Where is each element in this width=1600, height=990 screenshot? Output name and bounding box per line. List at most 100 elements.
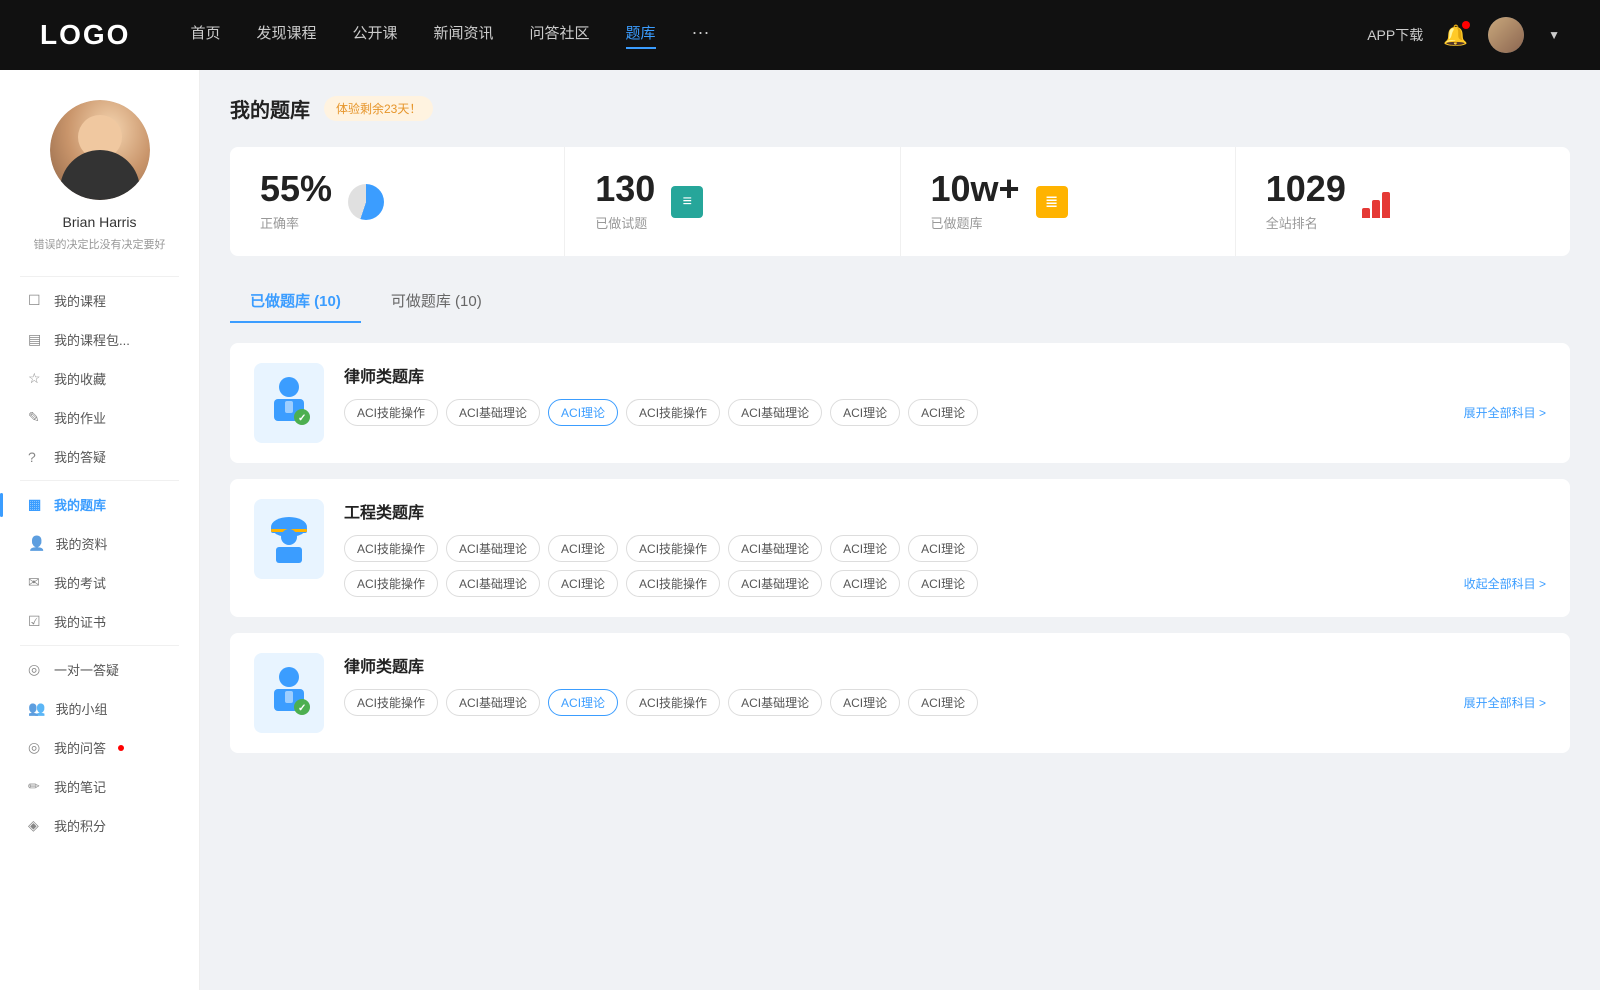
tag-2-6[interactable]: ACI理论 [908,689,978,716]
avatar[interactable] [1488,17,1524,53]
group-icon: 👥 [28,700,45,717]
tag-2-4[interactable]: ACI基础理论 [728,689,822,716]
tag-0-0[interactable]: ACI技能操作 [344,399,438,426]
stat-text-rank: 1029 全站排名 [1266,171,1346,232]
tag-1-5[interactable]: ACI理论 [830,535,900,562]
page-title: 我的题库 [230,94,310,123]
tag-1-8[interactable]: ACI基础理论 [446,570,540,597]
bar2 [1372,200,1380,218]
nav-news[interactable]: 新闻资讯 [434,22,494,49]
logo: LOGO [40,19,130,51]
bank-name-engineer: 工程类题库 [344,499,1546,523]
profile-icon: 👤 [28,535,45,552]
avatar-chevron-icon[interactable]: ▼ [1548,28,1560,42]
tag-1-9[interactable]: ACI理论 [548,570,618,597]
favorites-icon: ☆ [28,370,44,387]
accuracy-pie-chart [348,184,384,220]
sidebar-item-label: 我的收藏 [54,369,106,388]
tag-2-0[interactable]: ACI技能操作 [344,689,438,716]
expand-btn-lawyer-2[interactable]: 展开全部科目 > [1464,690,1546,715]
tag-0-5[interactable]: ACI理论 [830,399,900,426]
sidebar-divider-2 [20,480,179,481]
questions-icon: ? [28,449,44,465]
sidebar-item-exam[interactable]: ✉ 我的考试 [0,563,199,602]
sidebar-item-favorites[interactable]: ☆ 我的收藏 [0,359,199,398]
tag-1-2[interactable]: ACI理论 [548,535,618,562]
tag-1-11[interactable]: ACI基础理论 [728,570,822,597]
tag-1-4[interactable]: ACI基础理论 [728,535,822,562]
sidebar-item-label: 我的积分 [54,816,106,835]
nav-app-download[interactable]: APP下载 [1367,25,1423,45]
tag-0-3[interactable]: ACI技能操作 [626,399,720,426]
course-package-icon: ▤ [28,331,44,348]
sidebar-divider-3 [20,645,179,646]
nav-opencourse[interactable]: 公开课 [352,22,397,49]
one-on-one-icon: ◎ [28,661,44,678]
bank-icon-lawyer-2: ✓ [254,653,324,733]
sidebar-item-question-bank[interactable]: ▦ 我的题库 [0,485,199,524]
sidebar-item-points[interactable]: ◈ 我的积分 [0,806,199,845]
sidebar-item-certificate[interactable]: ☑ 我的证书 [0,602,199,641]
tags-section-engineer: ACI技能操作 ACI基础理论 ACI理论 ACI技能操作 ACI基础理论 AC… [344,535,1546,597]
tag-2-2[interactable]: ACI理论 [548,689,618,716]
tag-2-1[interactable]: ACI基础理论 [446,689,540,716]
rank-label: 全站排名 [1266,213,1346,232]
main-layout: Brian Harris 错误的决定比没有决定要好 ☐ 我的课程 ▤ 我的课程包… [0,70,1600,990]
nav-discover[interactable]: 发现课程 [256,22,316,49]
sidebar-item-label: 我的作业 [54,408,106,427]
bank-info-lawyer-2: 律师类题库 ACI技能操作 ACI基础理论 ACI理论 ACI技能操作 ACI基… [344,653,1546,716]
sidebar-item-label: 我的笔记 [54,777,106,796]
nav-qa[interactable]: 问答社区 [530,22,590,49]
nav-more[interactable]: ··· [692,22,710,49]
tag-0-1[interactable]: ACI基础理论 [446,399,540,426]
stats-row: 55% 正确率 130 已做试题 ≡ 10w+ 已做题库 ≣ [230,147,1570,256]
sidebar-item-profile[interactable]: 👤 我的资料 [0,524,199,563]
tag-2-5[interactable]: ACI理论 [830,689,900,716]
nav-home[interactable]: 首页 [190,22,220,49]
sidebar-item-label: 我的证书 [54,612,106,631]
tab-done-banks[interactable]: 已做题库 (10) [230,280,361,323]
nav-question-bank[interactable]: 题库 [626,22,656,49]
tag-1-0[interactable]: ACI技能操作 [344,535,438,562]
expand-btn-lawyer-1[interactable]: 展开全部科目 > [1464,400,1546,425]
bank-info-engineer: 工程类题库 ACI技能操作 ACI基础理论 ACI理论 ACI技能操作 ACI基… [344,499,1546,597]
done-banks-label: 已做题库 [931,213,1020,232]
rank-value: 1029 [1266,171,1346,207]
tag-0-4[interactable]: ACI基础理论 [728,399,822,426]
tag-1-13[interactable]: ACI理论 [908,570,978,597]
sidebar-item-notes[interactable]: ✏ 我的笔记 [0,767,199,806]
tab-available-banks[interactable]: 可做题库 (10) [371,280,502,323]
sidebar-item-questions[interactable]: ? 我的答疑 [0,437,199,476]
nav-right: APP下载 🔔 ▼ [1367,17,1560,53]
tag-1-7[interactable]: ACI技能操作 [344,570,438,597]
stat-text-done: 130 已做试题 [595,171,655,232]
course-icon: ☐ [28,292,44,309]
sidebar-item-group[interactable]: 👥 我的小组 [0,689,199,728]
tag-1-12[interactable]: ACI理论 [830,570,900,597]
tag-1-10[interactable]: ACI技能操作 [626,570,720,597]
tag-0-6[interactable]: ACI理论 [908,399,978,426]
tag-1-1[interactable]: ACI基础理论 [446,535,540,562]
tag-0-2[interactable]: ACI理论 [548,399,618,426]
tag-2-3[interactable]: ACI技能操作 [626,689,720,716]
tags-row2-engineer: ACI技能操作 ACI基础理论 ACI理论 ACI技能操作 ACI基础理论 AC… [344,570,1546,597]
sidebar-item-homework[interactable]: ✎ 我的作业 [0,398,199,437]
homework-icon: ✎ [28,409,44,426]
tag-1-6[interactable]: ACI理论 [908,535,978,562]
done-banks-value: 10w+ [931,171,1020,207]
avatar-image [1488,17,1524,53]
bar3 [1382,192,1390,218]
bank-icon-lawyer-1: ✓ [254,363,324,443]
stat-rank: 1029 全站排名 [1236,147,1570,256]
sidebar-item-my-questions[interactable]: ◎ 我的问答 [0,728,199,767]
nav-bell-button[interactable]: 🔔 [1443,23,1468,48]
sidebar-item-course-package[interactable]: ▤ 我的课程包... [0,320,199,359]
sidebar-item-course[interactable]: ☐ 我的课程 [0,281,199,320]
sidebar: Brian Harris 错误的决定比没有决定要好 ☐ 我的课程 ▤ 我的课程包… [0,70,200,990]
done-questions-icon: ≡ [671,186,703,218]
sidebar-item-one-on-one[interactable]: ◎ 一对一答疑 [0,650,199,689]
tag-1-3[interactable]: ACI技能操作 [626,535,720,562]
user-name: Brian Harris [63,214,137,230]
stat-text-accuracy: 55% 正确率 [260,171,332,232]
collapse-btn-engineer[interactable]: 收起全部科目 > [1464,575,1546,592]
